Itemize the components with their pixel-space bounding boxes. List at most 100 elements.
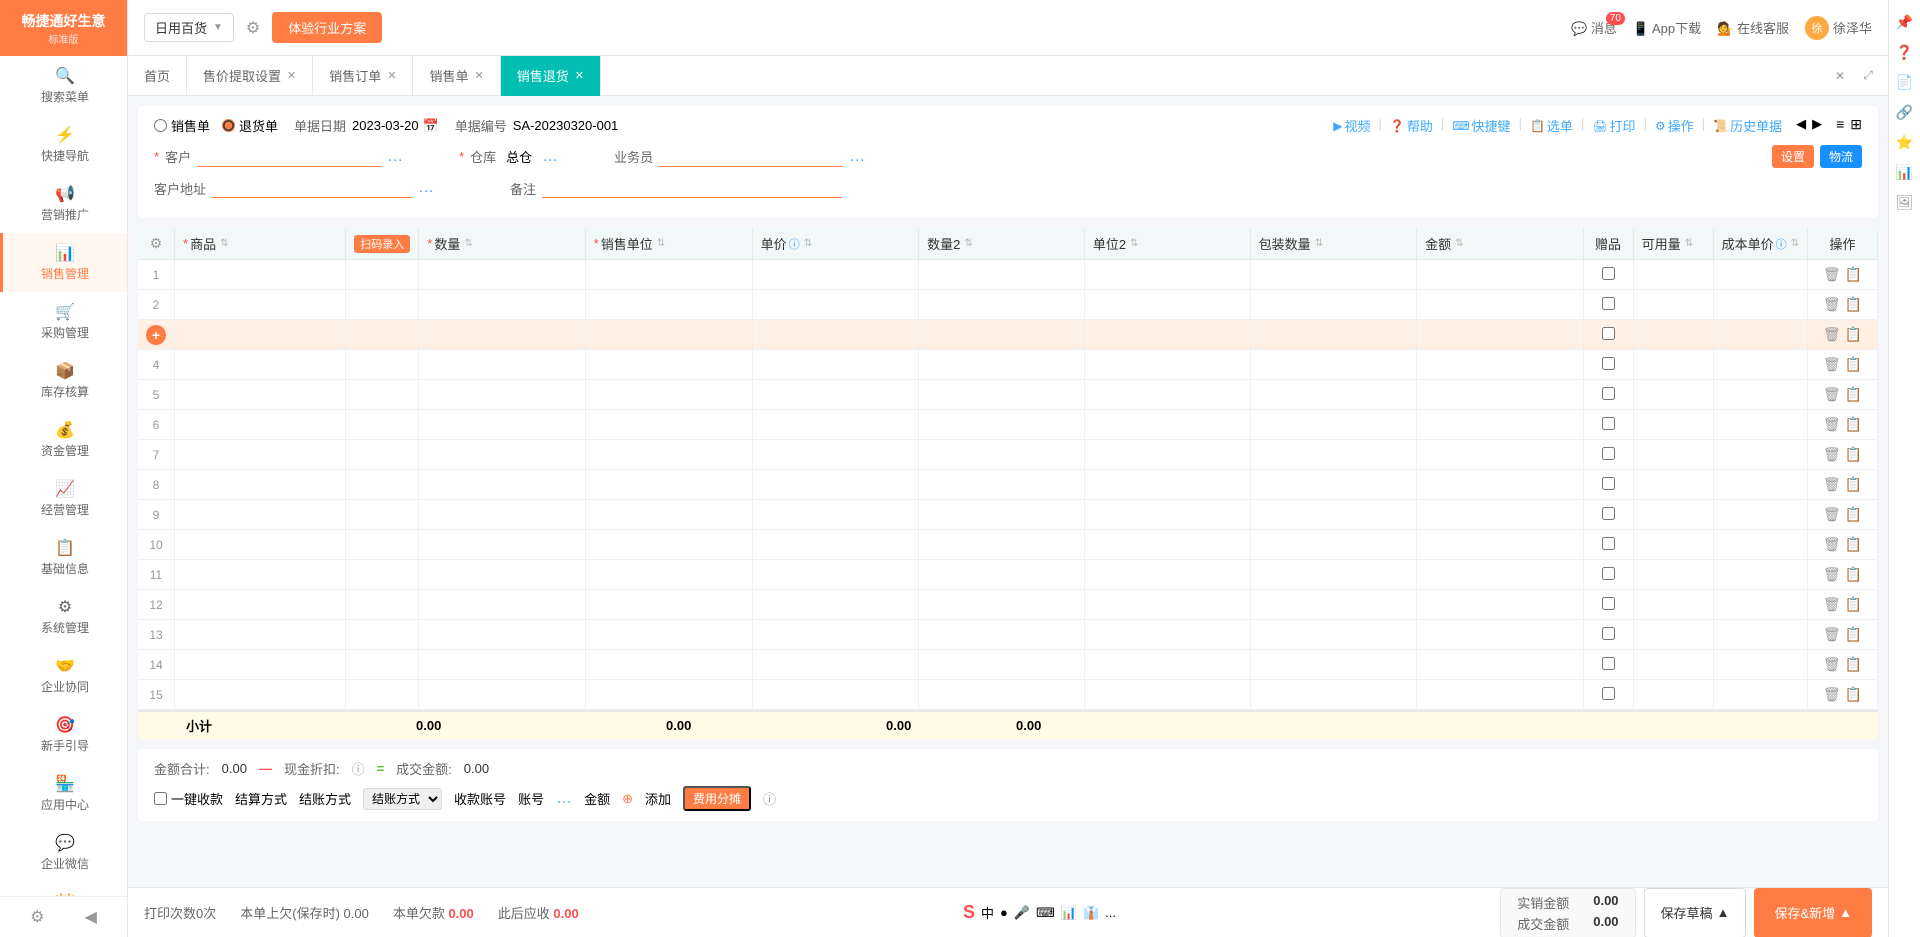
sidebar-item-member[interactable]: 👑畅会员: [0, 882, 127, 896]
row-qty2-7[interactable]: [919, 440, 1085, 470]
tab-close-icon[interactable]: ✕: [575, 69, 584, 82]
row-unit2-2[interactable]: [1084, 290, 1250, 320]
right-sidebar-btn-btn2[interactable]: ❓: [1891, 38, 1919, 66]
qty-input-8[interactable]: [427, 478, 576, 492]
save-new-button[interactable]: 保存&新增 ▲: [1754, 888, 1872, 937]
qty-input-11[interactable]: [427, 568, 576, 582]
online-service-link[interactable]: 💁 在线客服: [1717, 18, 1789, 37]
delete-icon-9[interactable]: 🗑: [1823, 506, 1841, 523]
price-input-1[interactable]: [761, 268, 910, 282]
row-unit2-9[interactable]: [1084, 500, 1250, 530]
radio-tuihuo-input[interactable]: [222, 119, 235, 132]
unit2-input-11[interactable]: [1093, 568, 1242, 582]
row-pkgqty-10[interactable]: [1250, 530, 1416, 560]
pkgqty-input-1[interactable]: [1259, 268, 1408, 282]
gift-checkbox-4[interactable]: [1602, 357, 1615, 370]
row-unit2-1[interactable]: [1084, 260, 1250, 290]
unit-input-9[interactable]: [594, 508, 744, 522]
sidebar-item-appstore[interactable]: 🏪应用中心: [0, 764, 127, 823]
row-pkgqty-1[interactable]: [1250, 260, 1416, 290]
gift-checkbox-6[interactable]: [1602, 417, 1615, 430]
row-amount-5[interactable]: [1417, 380, 1583, 410]
row-unit2-12[interactable]: [1084, 590, 1250, 620]
row-qty-13[interactable]: [419, 620, 585, 650]
row-gift-4[interactable]: [1583, 350, 1633, 380]
customer-dots[interactable]: …: [387, 148, 403, 166]
row-qty2-8[interactable]: [919, 470, 1085, 500]
sidebar-item-search[interactable]: 🔍搜索菜单: [0, 56, 127, 115]
qty-input-2[interactable]: [427, 298, 576, 312]
qty2-input-4[interactable]: [927, 358, 1076, 372]
price-input-4[interactable]: [761, 358, 910, 372]
row-amount-1[interactable]: [1417, 260, 1583, 290]
qty2-input-1[interactable]: [927, 268, 1076, 282]
radio-xiaohuo-input[interactable]: [154, 119, 167, 132]
row-gift-1[interactable]: [1583, 260, 1633, 290]
row-goods-9[interactable]: [175, 500, 346, 530]
row-amount-10[interactable]: [1417, 530, 1583, 560]
row-goods-4[interactable]: [175, 350, 346, 380]
row-qty-14[interactable]: [419, 650, 585, 680]
row-qty2-3[interactable]: [919, 320, 1085, 350]
row-qty2-11[interactable]: [919, 560, 1085, 590]
row-goods-14[interactable]: [175, 650, 346, 680]
row-qty2-10[interactable]: [919, 530, 1085, 560]
unit-input-10[interactable]: [594, 538, 744, 552]
unit-input-12[interactable]: [594, 598, 744, 612]
row-unit-1[interactable]: [585, 260, 752, 290]
sum-method-select[interactable]: 结账方式: [363, 788, 442, 810]
pkgqty-input-2[interactable]: [1259, 298, 1408, 312]
discount-help-icon[interactable]: ⓘ: [352, 759, 365, 778]
row-unit2-3[interactable]: [1084, 320, 1250, 350]
row-unit-11[interactable]: [585, 560, 752, 590]
delete-icon-3[interactable]: 🗑: [1823, 326, 1841, 343]
sidebar-item-shortcut[interactable]: ⚡快捷导航: [0, 115, 127, 174]
th-available-sort[interactable]: ⇅: [1685, 238, 1693, 249]
qty-input-9[interactable]: [427, 508, 576, 522]
gift-checkbox-10[interactable]: [1602, 537, 1615, 550]
qty-input-6[interactable]: [427, 418, 576, 432]
goods-input-1[interactable]: [183, 268, 337, 282]
copy-icon-5[interactable]: 📋: [1845, 386, 1862, 403]
amount-input-7[interactable]: [1425, 448, 1574, 462]
th-pkgqty-sort[interactable]: ⇅: [1315, 238, 1323, 249]
qty2-input-9[interactable]: [927, 508, 1076, 522]
row-qty2-13[interactable]: [919, 620, 1085, 650]
right-sidebar-btn-btn6[interactable]: 📊: [1891, 158, 1919, 186]
price-input-10[interactable]: [761, 538, 910, 552]
qty-input-15[interactable]: [427, 688, 576, 702]
row-amount-14[interactable]: [1417, 650, 1583, 680]
amount-input-5[interactable]: [1425, 388, 1574, 402]
pkgqty-input-12[interactable]: [1259, 598, 1408, 612]
row-unit2-5[interactable]: [1084, 380, 1250, 410]
row-price-12[interactable]: [752, 590, 918, 620]
price-input-15[interactable]: [761, 688, 910, 702]
th-qty2-sort[interactable]: ⇅: [964, 238, 972, 249]
row-price-11[interactable]: [752, 560, 918, 590]
industry-select[interactable]: 日用百货 ▼: [144, 13, 234, 42]
row-qty-1[interactable]: [419, 260, 585, 290]
unit-input-6[interactable]: [594, 418, 744, 432]
qty2-input-6[interactable]: [927, 418, 1076, 432]
row-price-3[interactable]: [752, 320, 918, 350]
unit2-input-13[interactable]: [1093, 628, 1242, 642]
delete-icon-13[interactable]: 🗑: [1823, 626, 1841, 643]
nav-next[interactable]: ▶: [1812, 116, 1822, 135]
print-link[interactable]: 🖨 打印: [1592, 116, 1635, 135]
row-pkgqty-3[interactable]: [1250, 320, 1416, 350]
sidebar-item-system[interactable]: ⚙系统管理: [0, 587, 127, 646]
gift-checkbox-13[interactable]: [1602, 627, 1615, 640]
price-input-13[interactable]: [761, 628, 910, 642]
unit2-input-1[interactable]: [1093, 268, 1242, 282]
row-unit-6[interactable]: [585, 410, 752, 440]
unit-input-1[interactable]: [594, 268, 744, 282]
row-gift-6[interactable]: [1583, 410, 1633, 440]
costprice-info-icon[interactable]: ⓘ: [1776, 236, 1787, 252]
pkgqty-input-4[interactable]: [1259, 358, 1408, 372]
row-unit2-4[interactable]: [1084, 350, 1250, 380]
pkgqty-input-9[interactable]: [1259, 508, 1408, 522]
tab-close-icon[interactable]: ✕: [387, 69, 396, 82]
copy-icon-4[interactable]: 📋: [1845, 356, 1862, 373]
row-qty2-14[interactable]: [919, 650, 1085, 680]
staff-input[interactable]: [659, 147, 843, 167]
